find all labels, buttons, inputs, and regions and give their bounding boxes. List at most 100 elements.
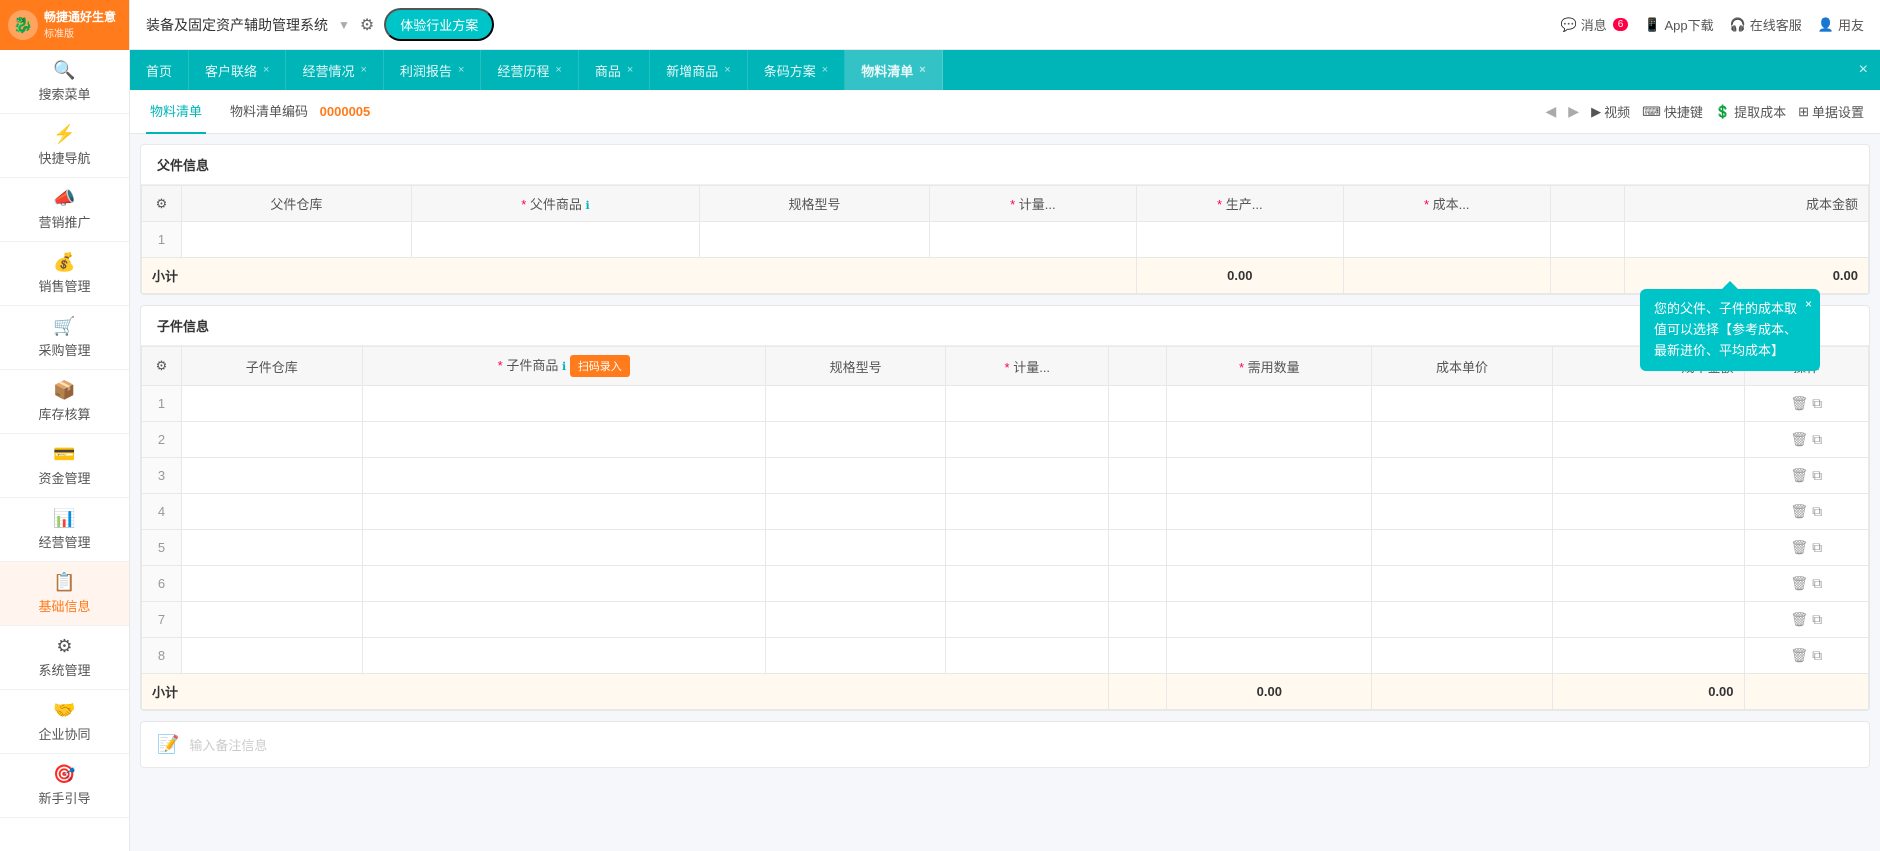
parent-cell-amount-1[interactable] xyxy=(1624,222,1868,258)
child-cell-spec-6[interactable] xyxy=(765,566,946,602)
nav-tab-operation[interactable]: 经营情况× xyxy=(286,50,383,90)
child-cell-warehouse-2[interactable] xyxy=(182,422,363,458)
child-cell-qty-4[interactable] xyxy=(1167,494,1372,530)
delete-icon-8[interactable]: 🗑 xyxy=(1790,647,1808,664)
delete-icon-2[interactable]: 🗑 xyxy=(1790,431,1808,448)
child-cell-amount-1[interactable] xyxy=(1552,386,1744,422)
nav-tab-profit[interactable]: 利润报告× xyxy=(384,50,481,90)
child-cell-unitcost-5[interactable] xyxy=(1372,530,1553,566)
nav-tab-close-barcode[interactable]: × xyxy=(822,64,828,76)
delete-icon-6[interactable]: 🗑 xyxy=(1790,575,1808,592)
nav-tab-close-customer[interactable]: × xyxy=(263,64,269,76)
nav-left-arrow[interactable]: ◀ xyxy=(1546,103,1557,120)
child-cell-amount-5[interactable] xyxy=(1552,530,1744,566)
child-cell-goods-6[interactable] xyxy=(362,566,765,602)
child-cell-qty-8[interactable] xyxy=(1167,638,1372,674)
child-cell-qty-1[interactable] xyxy=(1167,386,1372,422)
nav-right-arrow[interactable]: ▶ xyxy=(1568,103,1579,120)
sidebar-item-quick-nav[interactable]: ⚡ 快捷导航 xyxy=(0,114,129,178)
child-cell-spec-1[interactable] xyxy=(765,386,946,422)
message-button[interactable]: 💬 消息 6 xyxy=(1561,15,1629,34)
child-cell-unitcost-4[interactable] xyxy=(1372,494,1553,530)
user-menu[interactable]: 👤 用友 xyxy=(1818,15,1864,34)
sidebar-item-search[interactable]: 🔍 搜索菜单 xyxy=(0,50,129,114)
child-cell-warehouse-8[interactable] xyxy=(182,638,363,674)
nav-tab-close-goods[interactable]: × xyxy=(627,64,633,76)
child-cell-unitcost-8[interactable] xyxy=(1372,638,1553,674)
child-cell-amount-8[interactable] xyxy=(1552,638,1744,674)
sidebar-item-cooperation[interactable]: 🤝 企业协同 xyxy=(0,690,129,754)
child-cell-unit-5[interactable] xyxy=(946,530,1109,566)
delete-icon-4[interactable]: 🗑 xyxy=(1790,503,1808,520)
child-cell-spec-5[interactable] xyxy=(765,530,946,566)
copy-icon-6[interactable]: ⧉ xyxy=(1812,575,1822,592)
nav-tab-new_goods[interactable]: 新增商品× xyxy=(650,50,747,90)
system-dropdown-icon[interactable]: ▼ xyxy=(338,18,350,32)
child-cell-goods-7[interactable] xyxy=(362,602,765,638)
nav-tab-close-operation[interactable]: × xyxy=(360,64,366,76)
copy-icon-7[interactable]: ⧉ xyxy=(1812,611,1822,628)
sidebar-item-marketing[interactable]: 📣 营销推广 xyxy=(0,178,129,242)
copy-icon-4[interactable]: ⧉ xyxy=(1812,503,1822,520)
shortcut-action[interactable]: ⌨ 快捷键 xyxy=(1642,102,1703,121)
child-cell-unitcost-2[interactable] xyxy=(1372,422,1553,458)
copy-icon-1[interactable]: ⧉ xyxy=(1812,395,1822,412)
child-cell-goods-2[interactable] xyxy=(362,422,765,458)
topbar-settings-icon[interactable]: ⚙ xyxy=(360,15,374,35)
child-cell-goods-5[interactable] xyxy=(362,530,765,566)
nav-tab-customer[interactable]: 客户联络× xyxy=(189,50,286,90)
child-cell-goods-8[interactable] xyxy=(362,638,765,674)
child-cell-unit-8[interactable] xyxy=(946,638,1109,674)
nav-tab-barcode[interactable]: 条码方案× xyxy=(748,50,845,90)
delete-icon-1[interactable]: 🗑 xyxy=(1790,395,1808,412)
child-cell-goods-4[interactable] xyxy=(362,494,765,530)
cost-action[interactable]: 💲 提取成本 xyxy=(1715,102,1786,121)
child-cell-unit-7[interactable] xyxy=(946,602,1109,638)
nav-tab-home[interactable]: 首页 xyxy=(130,50,189,90)
child-cell-goods-3[interactable] xyxy=(362,458,765,494)
child-cell-amount-7[interactable] xyxy=(1552,602,1744,638)
sidebar-item-basic-info[interactable]: 📋 基础信息 xyxy=(0,562,129,626)
child-cell-warehouse-1[interactable] xyxy=(182,386,363,422)
child-cell-unitcost-1[interactable] xyxy=(1372,386,1553,422)
child-cell-qty-7[interactable] xyxy=(1167,602,1372,638)
sidebar-item-inventory[interactable]: 📦 库存核算 xyxy=(0,370,129,434)
nav-tab-close-profit[interactable]: × xyxy=(458,64,464,76)
child-cell-unitcost-7[interactable] xyxy=(1372,602,1553,638)
trial-button[interactable]: 体验行业方案 xyxy=(384,8,494,41)
parent-cell-spec-1[interactable] xyxy=(700,222,930,258)
child-cell-qty-6[interactable] xyxy=(1167,566,1372,602)
child-cell-warehouse-4[interactable] xyxy=(182,494,363,530)
sidebar-item-operations[interactable]: 📊 经营管理 xyxy=(0,498,129,562)
nav-tab-bom[interactable]: 物料清单× xyxy=(845,50,942,90)
child-cell-warehouse-3[interactable] xyxy=(182,458,363,494)
child-cell-spec-2[interactable] xyxy=(765,422,946,458)
nav-close-all-button[interactable]: × xyxy=(1847,61,1880,79)
parent-cell-production-1[interactable] xyxy=(1136,222,1343,258)
child-cell-unit-4[interactable] xyxy=(946,494,1109,530)
copy-icon-2[interactable]: ⧉ xyxy=(1812,431,1822,448)
parent-col-settings[interactable]: ⚙ xyxy=(142,186,182,222)
sidebar-item-purchase[interactable]: 🛒 采购管理 xyxy=(0,306,129,370)
scan-button[interactable]: 扫码录入 xyxy=(570,355,630,377)
child-cell-unit-1[interactable] xyxy=(946,386,1109,422)
sidebar-item-system[interactable]: ⚙ 系统管理 xyxy=(0,626,129,690)
child-cell-unitcost-3[interactable] xyxy=(1372,458,1553,494)
child-cell-amount-2[interactable] xyxy=(1552,422,1744,458)
delete-icon-5[interactable]: 🗑 xyxy=(1790,539,1808,556)
nav-tab-close-history[interactable]: × xyxy=(555,64,561,76)
child-cell-warehouse-7[interactable] xyxy=(182,602,363,638)
online-service-button[interactable]: 🎧 在线客服 xyxy=(1730,15,1802,34)
view-action[interactable]: ▶ 视频 xyxy=(1591,102,1630,121)
child-cell-qty-5[interactable] xyxy=(1167,530,1372,566)
settings-action[interactable]: ⊞ 单据设置 xyxy=(1798,102,1864,121)
copy-icon-3[interactable]: ⧉ xyxy=(1812,467,1822,484)
nav-tab-close-bom[interactable]: × xyxy=(919,64,925,76)
parent-cell-unit-1[interactable] xyxy=(929,222,1136,258)
delete-icon-3[interactable]: 🗑 xyxy=(1790,467,1808,484)
child-cell-unit-2[interactable] xyxy=(946,422,1109,458)
nav-tab-history[interactable]: 经营历程× xyxy=(481,50,578,90)
copy-icon-8[interactable]: ⧉ xyxy=(1812,647,1822,664)
child-cell-unit-6[interactable] xyxy=(946,566,1109,602)
tab-bom-list[interactable]: 物料清单 xyxy=(146,90,206,134)
